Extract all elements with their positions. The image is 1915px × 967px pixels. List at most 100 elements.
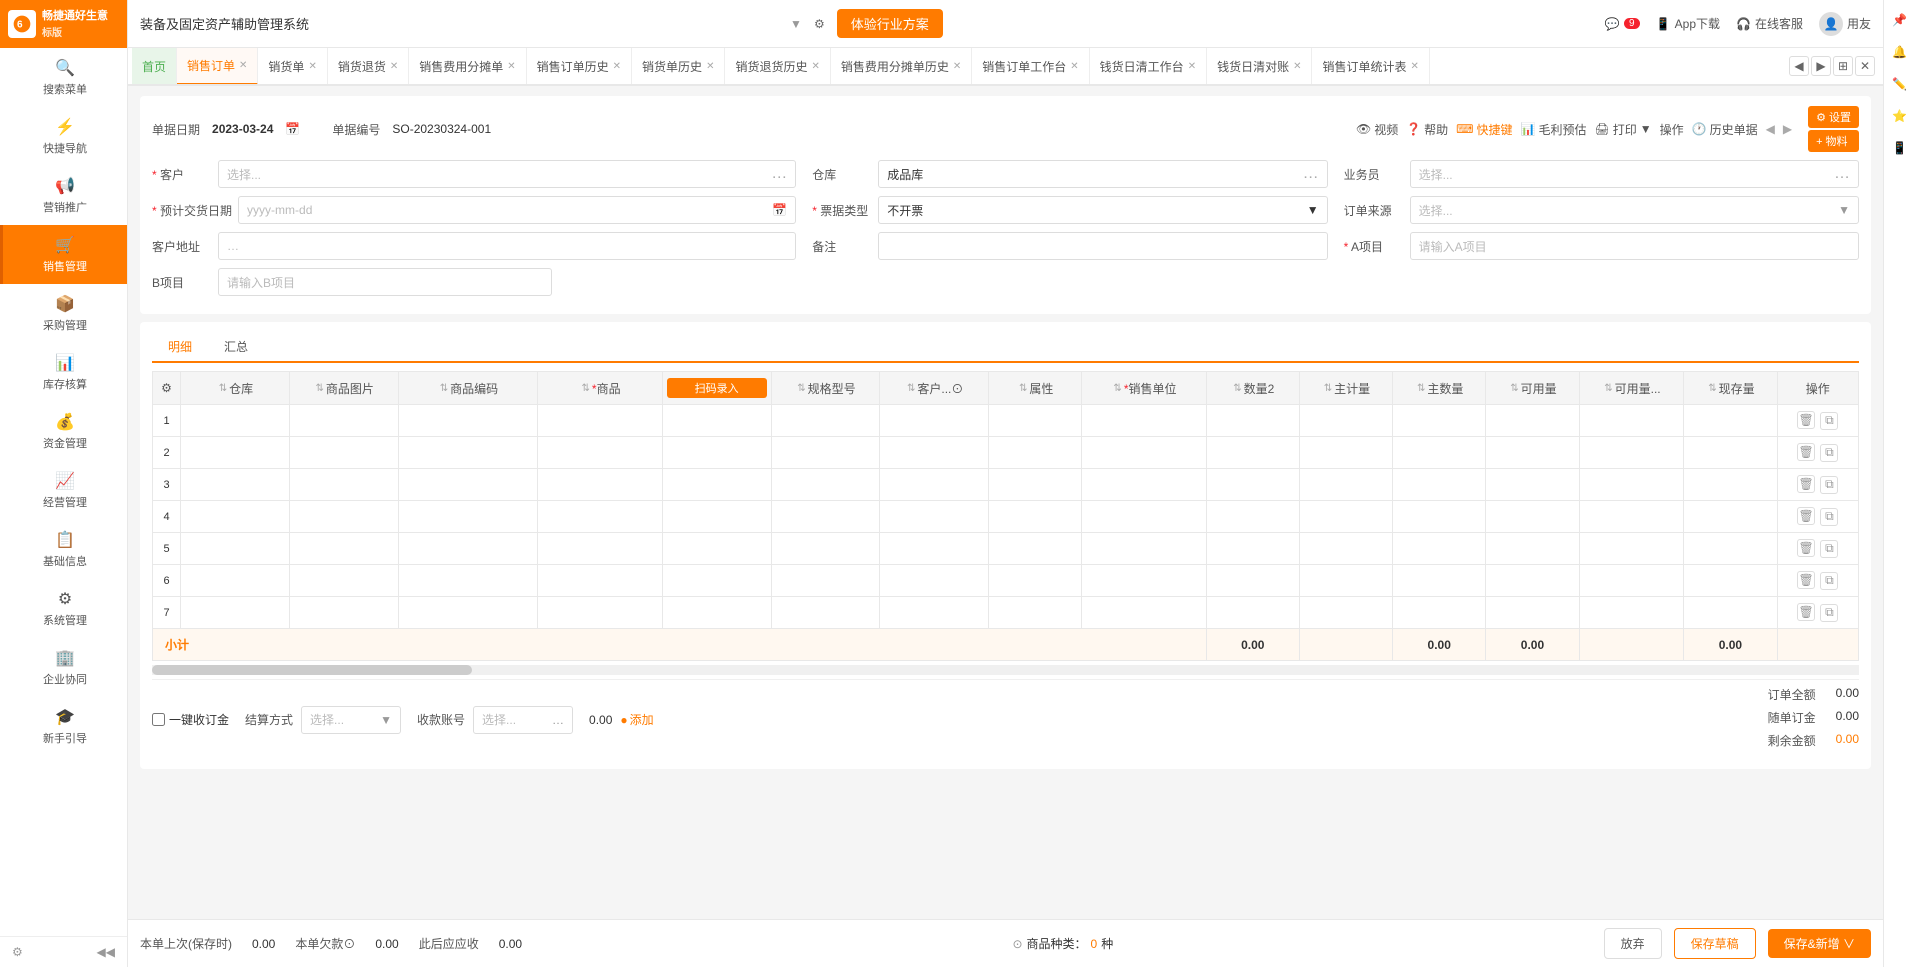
tab-cash-daily-workbench[interactable]: 钱货日清工作台✕: [1090, 48, 1207, 85]
one-click-checkbox[interactable]: 一键收订金: [152, 711, 229, 728]
help-btn[interactable]: ❓ 帮助: [1406, 121, 1448, 138]
th-unit[interactable]: ⇅*销售单位: [1082, 372, 1206, 405]
sidebar-item-system[interactable]: ⚙系统管理: [0, 579, 127, 638]
customer-input[interactable]: 选择... …: [218, 160, 796, 188]
view-btn[interactable]: 👁 视频: [1356, 121, 1398, 138]
sidebar-item-search[interactable]: 🔍搜索菜单: [0, 48, 127, 107]
warehouse-input[interactable]: 成品库 …: [878, 160, 1327, 188]
sidebar-item-enterprise[interactable]: 🏢企业协同: [0, 638, 127, 697]
invoice-input[interactable]: 不开票 ▼: [878, 196, 1327, 224]
tab-sales-order-workbench[interactable]: 销售订单工作台✕: [972, 48, 1089, 85]
right-panel-btn-5[interactable]: 📱: [1888, 136, 1912, 160]
row-copy-btn[interactable]: ⧉: [1820, 444, 1838, 462]
online-service-btn[interactable]: 🎧 在线客服: [1736, 15, 1803, 32]
row-copy-btn[interactable]: ⧉: [1820, 412, 1838, 430]
sidebar-item-quick-nav[interactable]: ⚡快捷导航: [0, 107, 127, 166]
row-copy-btn[interactable]: ⧉: [1820, 540, 1838, 558]
remark-input[interactable]: [878, 232, 1327, 260]
th-attribute[interactable]: ⇅属性: [989, 372, 1082, 405]
th-available2[interactable]: ⇅可用量...: [1579, 372, 1684, 405]
sidebar-item-marketing[interactable]: 📢营销推广: [0, 166, 127, 225]
row-copy-btn[interactable]: ⧉: [1820, 572, 1838, 590]
message-btn[interactable]: 💬 9: [1605, 17, 1640, 31]
tab-close-sales-order-stats[interactable]: ✕: [1411, 61, 1419, 72]
gear-icon[interactable]: ⚙: [814, 17, 825, 31]
save-new-btn[interactable]: 保存&新增 ∨: [1768, 929, 1871, 958]
delivery-date-input[interactable]: yyyy-mm-dd 📅: [238, 196, 796, 224]
address-input[interactable]: …: [218, 232, 796, 260]
app-download-btn[interactable]: 📱 App下载: [1656, 15, 1720, 32]
order-source-input[interactable]: 选择... ▼: [1410, 196, 1859, 224]
discard-btn[interactable]: 放弃: [1604, 928, 1662, 959]
tab-close-sales-fee-history[interactable]: ✕: [953, 61, 961, 72]
right-panel-btn-2[interactable]: 🔔: [1888, 40, 1912, 64]
tab-home[interactable]: 首页: [132, 48, 177, 85]
right-panel-btn-4[interactable]: ⭐: [1888, 104, 1912, 128]
tab-sales-order-history[interactable]: 销售订单历史✕: [527, 48, 632, 85]
tab-close-cash-daily-reconcile[interactable]: ✕: [1293, 61, 1301, 72]
th-code[interactable]: ⇅商品编码: [398, 372, 538, 405]
row-delete-btn[interactable]: 🗑: [1797, 411, 1815, 429]
th-main-unit[interactable]: ⇅主计量: [1299, 372, 1392, 405]
a-project-input[interactable]: 请输入A项目: [1410, 232, 1859, 260]
add-material-btn[interactable]: + 物料: [1808, 130, 1859, 152]
tab-close-cash-daily-workbench[interactable]: ✕: [1188, 61, 1196, 72]
settlement-input[interactable]: 选择... ▼: [301, 706, 401, 734]
tab-close-sales-fee-split[interactable]: ✕: [507, 61, 515, 72]
tab-detail[interactable]: 明细: [152, 332, 208, 363]
table-scrollbar[interactable]: [152, 665, 1859, 675]
tab-close-sales-return-goods[interactable]: ✕: [390, 61, 398, 72]
th-warehouse[interactable]: ⇅仓库: [181, 372, 290, 405]
row-copy-btn[interactable]: ⧉: [1820, 508, 1838, 526]
sidebar-item-purchase[interactable]: 📦采购管理: [0, 284, 127, 343]
profit-btn[interactable]: 📊 毛利预估: [1521, 121, 1587, 138]
tab-sales-return-goods[interactable]: 销货退货✕: [328, 48, 409, 85]
row-delete-btn[interactable]: 🗑: [1797, 603, 1815, 621]
operation-btn[interactable]: 操作: [1660, 121, 1684, 138]
one-click-input[interactable]: [152, 713, 165, 726]
tab-close-sales-return[interactable]: ✕: [308, 61, 316, 72]
tab-sales-return-history[interactable]: 销货单历史✕: [632, 48, 725, 85]
tab-next-btn[interactable]: ▶: [1811, 56, 1831, 76]
row-copy-btn[interactable]: ⧉: [1820, 476, 1838, 494]
sidebar-item-basic-info[interactable]: 📋基础信息: [0, 520, 127, 579]
th-spec[interactable]: ⇅规格型号: [771, 372, 880, 405]
salesperson-input[interactable]: 选择... …: [1410, 160, 1859, 188]
settings-panel-btn[interactable]: ⚙ 设置: [1808, 106, 1859, 128]
settings-icon[interactable]: ⚙: [12, 945, 23, 959]
scan-btn[interactable]: 扫码录入: [667, 378, 767, 398]
sidebar-item-finance[interactable]: 💰资金管理: [0, 402, 127, 461]
th-main-qty[interactable]: ⇅主数量: [1393, 372, 1486, 405]
tab-sales-return-goods-history[interactable]: 销货退货历史✕: [725, 48, 830, 85]
tab-sales-fee-split[interactable]: 销售费用分摊单✕: [409, 48, 526, 85]
th-settings[interactable]: ⚙: [153, 372, 181, 405]
print-btn[interactable]: 🖨 打印 ▼: [1594, 121, 1651, 138]
tab-sales-order[interactable]: 销售订单✕: [177, 48, 258, 85]
sidebar-item-operations[interactable]: 📈经营管理: [0, 461, 127, 520]
tab-summary[interactable]: 汇总: [208, 332, 264, 361]
save-draft-btn[interactable]: 保存草稿: [1674, 928, 1756, 959]
th-available[interactable]: ⇅可用量: [1486, 372, 1579, 405]
row-delete-btn[interactable]: 🗑: [1797, 443, 1815, 461]
tab-expand-btn[interactable]: ⊞: [1833, 56, 1853, 76]
tab-close-sales-order-history[interactable]: ✕: [613, 61, 621, 72]
tab-close-sales-return-goods-history[interactable]: ✕: [811, 61, 819, 72]
sidebar-item-guide[interactable]: 🎓新手引导: [0, 697, 127, 756]
calendar-icon[interactable]: 📅: [285, 122, 300, 136]
tab-sales-return[interactable]: 销货单✕: [258, 48, 327, 85]
add-payment-btn[interactable]: ● 添加: [620, 711, 653, 728]
shortcut-btn[interactable]: ⌨ 快捷键: [1456, 121, 1512, 138]
tab-cash-daily-reconcile[interactable]: 钱货日清对账✕: [1207, 48, 1312, 85]
tab-close-sales-order[interactable]: ✕: [239, 60, 247, 71]
th-image[interactable]: ⇅商品图片: [289, 372, 398, 405]
th-customer-code[interactable]: ⇅客户...⊙: [880, 372, 989, 405]
th-stock[interactable]: ⇅现存量: [1684, 372, 1777, 405]
tab-prev-btn[interactable]: ◀: [1789, 56, 1809, 76]
tab-close-sales-order-workbench[interactable]: ✕: [1070, 61, 1078, 72]
row-copy-btn[interactable]: ⧉: [1820, 604, 1838, 622]
industry-btn[interactable]: 体验行业方案: [837, 9, 943, 38]
history-btn[interactable]: 🕐 历史单据: [1692, 121, 1758, 138]
right-panel-btn-3[interactable]: ✏️: [1888, 72, 1912, 96]
row-delete-btn[interactable]: 🗑: [1797, 539, 1815, 557]
tab-sales-order-stats[interactable]: 销售订单统计表✕: [1312, 48, 1429, 85]
